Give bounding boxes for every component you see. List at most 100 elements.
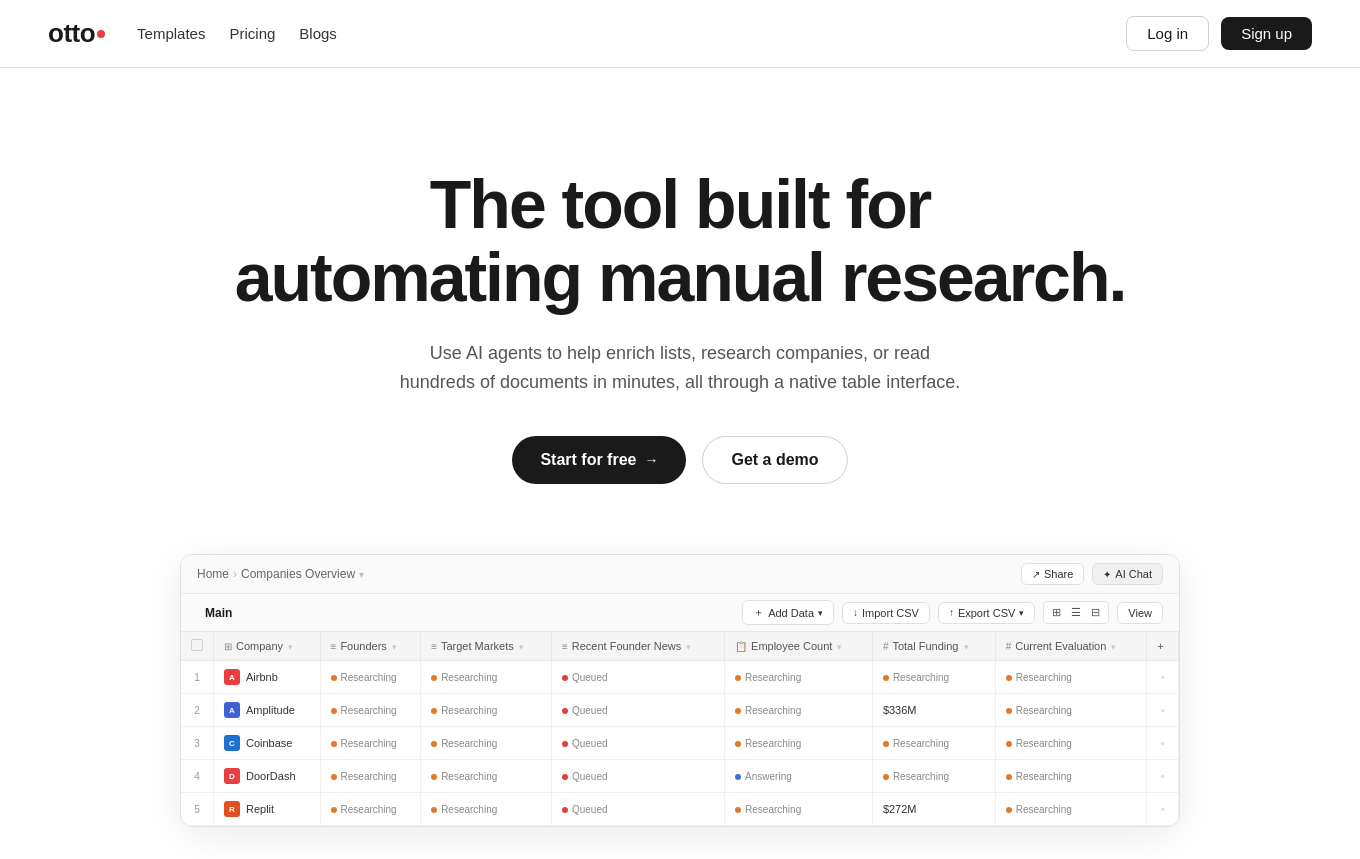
total-funding-cell: Researching	[872, 760, 995, 793]
th-employee-count[interactable]: 📋Employee Count ▾	[725, 632, 873, 661]
target-col-icon: ≡	[431, 641, 437, 652]
company-cell: A Airbnb	[214, 661, 321, 694]
company-info: C Coinbase	[224, 735, 310, 751]
preview-actions: ↗ Share ✦ AI Chat	[1021, 563, 1163, 585]
row-extra: •	[1147, 661, 1179, 694]
recent-news-status: Queued	[572, 705, 608, 716]
hero-section: The tool built for automating manual res…	[0, 68, 1360, 544]
total-funding-cell: $336M	[872, 694, 995, 727]
th-recent-news[interactable]: ≡Recent Founder News ▾	[551, 632, 724, 661]
current-eval-cell: Researching	[995, 760, 1147, 793]
import-csv-button[interactable]: ↓ Import CSV	[842, 602, 930, 624]
ai-chat-label: AI Chat	[1115, 568, 1152, 580]
funding-col-chevron: ▾	[964, 642, 969, 652]
current-eval-cell: Researching	[995, 727, 1147, 760]
add-data-button[interactable]: ＋ Add Data ▾	[742, 600, 834, 625]
add-column-button[interactable]: +	[1147, 632, 1179, 661]
start-free-button[interactable]: Start for free →	[512, 436, 686, 484]
recent-news-cell: Queued	[551, 694, 724, 727]
preview-breadcrumb: Home › Companies Overview ▾	[197, 567, 364, 581]
company-info: A Airbnb	[224, 669, 310, 685]
kanban-icon[interactable]: ⊟	[1087, 604, 1104, 621]
recent-news-cell: Queued	[551, 661, 724, 694]
status-dot	[883, 774, 889, 780]
th-founders[interactable]: ≡Founders ▾	[320, 632, 421, 661]
hero-title: The tool built for automating manual res…	[230, 168, 1130, 315]
th-target-markets[interactable]: ≡Target Markets ▾	[421, 632, 552, 661]
status-dot	[562, 807, 568, 813]
status-dot	[331, 708, 337, 714]
company-name: Replit	[246, 803, 274, 815]
breadcrumb-home: Home	[197, 567, 229, 581]
status-dot	[331, 675, 337, 681]
logo[interactable]: otto	[48, 18, 105, 49]
preview-table: ⊞Company ▾ ≡Founders ▾ ≡Target Markets ▾	[181, 632, 1179, 826]
header-checkbox[interactable]	[191, 639, 203, 651]
founders-status: Researching	[341, 738, 397, 749]
th-current-eval[interactable]: #Current Evaluation ▾	[995, 632, 1147, 661]
employee-count-status: Researching	[745, 804, 801, 815]
company-info: D DoorDash	[224, 768, 310, 784]
export-csv-button[interactable]: ↑ Export CSV ▾	[938, 602, 1035, 624]
hero-title-line2: automating manual research.	[235, 239, 1126, 315]
nav-templates[interactable]: Templates	[137, 25, 205, 42]
nav-right: Log in Sign up	[1126, 16, 1312, 51]
view-button[interactable]: View	[1117, 602, 1163, 624]
login-button[interactable]: Log in	[1126, 16, 1209, 51]
grid-icon[interactable]: ⊞	[1048, 604, 1065, 621]
signup-button[interactable]: Sign up	[1221, 17, 1312, 50]
total-funding-status: Researching	[893, 771, 949, 782]
status-dot	[1006, 675, 1012, 681]
th-total-funding[interactable]: #Total Funding ▾	[872, 632, 995, 661]
get-demo-button[interactable]: Get a demo	[702, 436, 847, 484]
tab-main[interactable]: Main	[197, 602, 240, 624]
current-eval-cell: Researching	[995, 793, 1147, 826]
company-info: A Amplitude	[224, 702, 310, 718]
status-dot	[331, 741, 337, 747]
table-row: 5 R Replit Researching Researching Queue…	[181, 793, 1179, 826]
status-dot	[1006, 774, 1012, 780]
status-dot	[431, 741, 437, 747]
company-cell: D DoorDash	[214, 760, 321, 793]
nav-blogs[interactable]: Blogs	[299, 25, 337, 42]
founders-cell: Researching	[320, 727, 421, 760]
row-num: 1	[181, 661, 214, 694]
total-funding-value: $272M	[883, 803, 917, 815]
total-funding-cell: $272M	[872, 793, 995, 826]
company-logo: D	[224, 768, 240, 784]
breadcrumb-dropdown-icon[interactable]: ▾	[359, 569, 364, 580]
funding-col-icon: #	[883, 641, 889, 652]
nav-pricing[interactable]: Pricing	[229, 25, 275, 42]
status-dot	[735, 774, 741, 780]
employee-count-status: Researching	[745, 738, 801, 749]
status-dot	[1006, 741, 1012, 747]
news-col-icon: ≡	[562, 641, 568, 652]
total-funding-cell: Researching	[872, 727, 995, 760]
company-logo: A	[224, 669, 240, 685]
employee-count-cell: Researching	[725, 793, 873, 826]
eval-col-chevron: ▾	[1111, 642, 1116, 652]
founders-cell: Researching	[320, 760, 421, 793]
status-dot	[735, 675, 741, 681]
status-dot	[331, 807, 337, 813]
company-cell: R Replit	[214, 793, 321, 826]
ai-chat-button[interactable]: ✦ AI Chat	[1092, 563, 1163, 585]
row-extra: •	[1147, 793, 1179, 826]
hero-buttons: Start for free → Get a demo	[48, 436, 1312, 484]
company-logo: A	[224, 702, 240, 718]
list-icon[interactable]: ☰	[1067, 604, 1085, 621]
share-button[interactable]: ↗ Share	[1021, 563, 1084, 585]
founders-status: Researching	[341, 672, 397, 683]
hero-title-line1: The tool built for	[430, 166, 930, 242]
total-funding-status: Researching	[893, 738, 949, 749]
status-dot	[562, 708, 568, 714]
th-company[interactable]: ⊞Company ▾	[214, 632, 321, 661]
row-extra: •	[1147, 760, 1179, 793]
company-name: Airbnb	[246, 671, 278, 683]
status-dot	[431, 774, 437, 780]
export-csv-label: Export CSV	[958, 607, 1015, 619]
founders-status: Researching	[341, 771, 397, 782]
founders-cell: Researching	[320, 793, 421, 826]
employee-count-cell: Researching	[725, 661, 873, 694]
start-free-label: Start for free	[540, 451, 636, 469]
